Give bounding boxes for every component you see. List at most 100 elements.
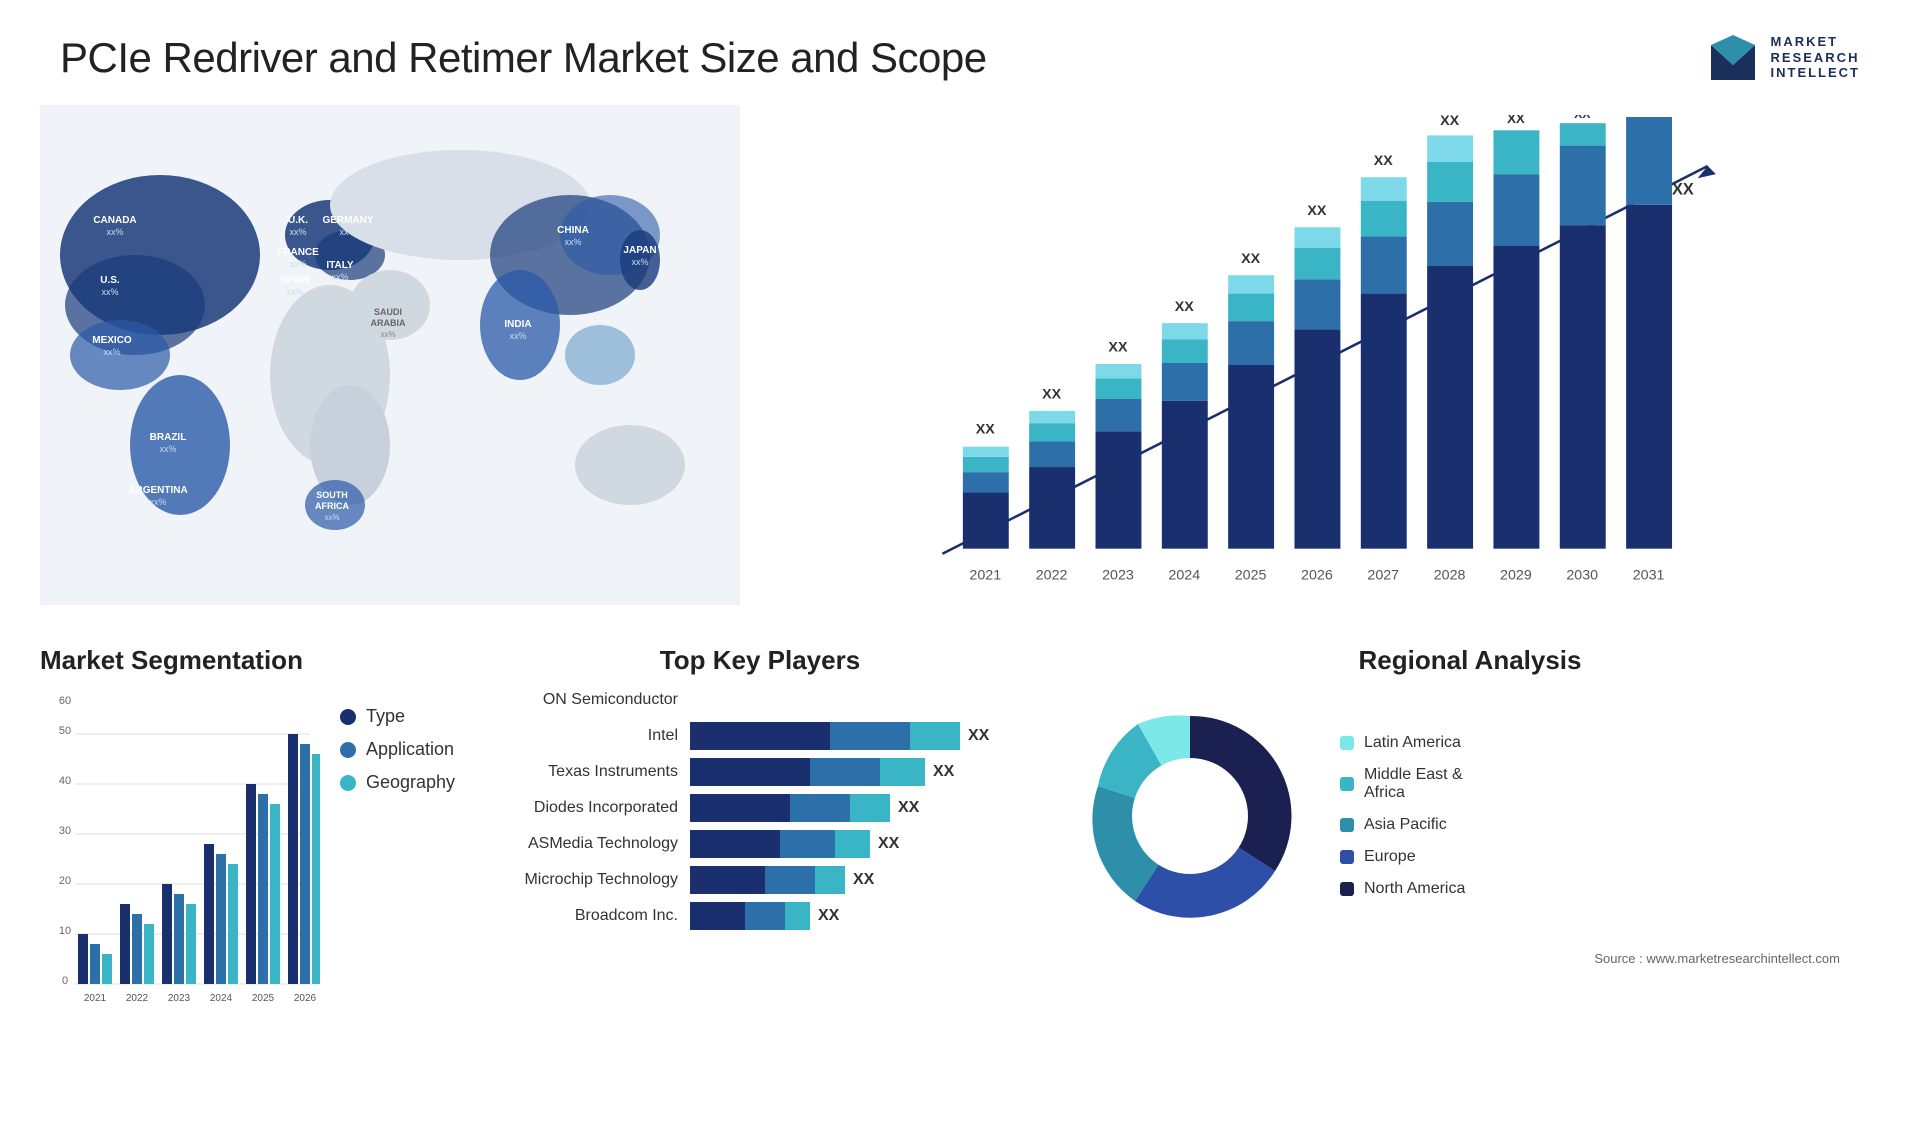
svg-text:xx%: xx% [380, 330, 395, 339]
svg-text:XX: XX [976, 421, 996, 437]
player-bar [690, 722, 960, 750]
svg-text:2025: 2025 [252, 993, 275, 1004]
player-bar-container: XX [690, 758, 1030, 786]
svg-text:2031: 2031 [1633, 567, 1665, 583]
svg-text:U.K.: U.K. [288, 215, 308, 226]
svg-text:2021: 2021 [969, 567, 1001, 583]
svg-text:xx%: xx% [106, 227, 123, 237]
player-bar [690, 866, 845, 894]
market-seg-title: Market Segmentation [40, 645, 460, 676]
player-bar [690, 902, 810, 930]
legend-middle-east-africa: Middle East &Africa [1340, 766, 1465, 802]
geography-dot [340, 775, 356, 791]
player-bar [690, 794, 890, 822]
svg-text:xx%: xx% [289, 227, 306, 237]
key-players-section: Top Key Players ON Semiconductor Intel [480, 645, 1040, 1085]
svg-text:XX: XX [1440, 115, 1460, 129]
svg-text:XX: XX [1374, 153, 1394, 169]
svg-text:xx%: xx% [149, 497, 166, 507]
world-map-svg: CANADA xx% U.S. xx% MEXICO xx% BRAZIL xx… [40, 105, 740, 605]
svg-text:MEXICO: MEXICO [92, 335, 132, 346]
middle-east-dot [1340, 777, 1354, 791]
latin-america-dot [1340, 736, 1354, 750]
player-name: Broadcom Inc. [490, 907, 690, 925]
player-bar-container: XX [690, 830, 1030, 858]
svg-text:2024: 2024 [210, 993, 233, 1004]
svg-text:JAPAN: JAPAN [623, 245, 656, 256]
regional-title: Regional Analysis [1060, 645, 1880, 676]
world-map-area: CANADA xx% U.S. xx% MEXICO xx% BRAZIL xx… [40, 105, 740, 625]
svg-text:xx%: xx% [289, 259, 306, 269]
player-bar-container: XX [690, 722, 1030, 750]
svg-text:ITALY: ITALY [326, 260, 354, 271]
regional-container: Latin America Middle East &Africa Asia P… [1060, 686, 1880, 946]
svg-text:10: 10 [59, 925, 71, 937]
svg-text:2024: 2024 [1168, 567, 1200, 583]
svg-text:INDIA: INDIA [504, 319, 531, 330]
regional-legend: Latin America Middle East &Africa Asia P… [1340, 734, 1465, 898]
svg-text:2030: 2030 [1566, 567, 1598, 583]
key-players-title: Top Key Players [480, 645, 1040, 676]
svg-text:0: 0 [62, 975, 68, 987]
player-bar-container: XX [690, 902, 1030, 930]
world-map-container: CANADA xx% U.S. xx% MEXICO xx% BRAZIL xx… [40, 105, 740, 625]
svg-text:20: 20 [59, 875, 71, 887]
player-name: ASMedia Technology [490, 835, 690, 853]
svg-text:40: 40 [59, 775, 71, 787]
svg-text:SPAIN: SPAIN [280, 275, 310, 286]
svg-text:xx%: xx% [631, 257, 648, 267]
svg-text:XX: XX [1672, 181, 1694, 199]
svg-text:XX: XX [1241, 251, 1261, 267]
svg-text:XX: XX [1108, 340, 1128, 356]
svg-text:2021: 2021 [84, 993, 107, 1004]
bar-chart-area: XX 2021 XX 2022 XX 2023 XX 2024 [760, 105, 1880, 625]
player-name: ON Semiconductor [490, 691, 690, 709]
svg-text:CHINA: CHINA [557, 225, 589, 236]
svg-text:2022: 2022 [1036, 567, 1068, 583]
north-america-dot [1340, 882, 1354, 896]
player-row: Intel XX [490, 722, 1030, 750]
player-row: ASMedia Technology XX [490, 830, 1030, 858]
logo-area: MARKET RESEARCH INTELLECT [1706, 30, 1861, 85]
legend-geography: Geography [340, 772, 455, 793]
svg-text:SAUDI: SAUDI [374, 307, 402, 317]
svg-text:2025: 2025 [1235, 567, 1267, 583]
svg-text:GERMANY: GERMANY [322, 215, 373, 226]
svg-text:xx%: xx% [331, 272, 348, 282]
svg-text:xx%: xx% [339, 227, 356, 237]
svg-text:XX: XX [1507, 115, 1525, 126]
svg-text:xx%: xx% [286, 287, 303, 297]
player-row: Texas Instruments XX [490, 758, 1030, 786]
bar-chart-svg: XX 2021 XX 2022 XX 2023 XX 2024 [780, 115, 1860, 615]
svg-text:xx%: xx% [324, 513, 339, 522]
svg-text:xx%: xx% [564, 237, 581, 247]
player-bar-container [690, 686, 1030, 714]
svg-text:2027: 2027 [1367, 567, 1399, 583]
svg-text:FRANCE: FRANCE [277, 247, 319, 258]
legend-type: Type [340, 706, 455, 727]
svg-text:2028: 2028 [1434, 567, 1466, 583]
legend-europe: Europe [1340, 848, 1465, 866]
asia-pacific-dot [1340, 818, 1354, 832]
svg-text:U.S.: U.S. [100, 275, 120, 286]
svg-text:XX: XX [1574, 115, 1591, 121]
regional-analysis: Regional Analysis [1060, 645, 1880, 1085]
player-bar-container: XX [690, 866, 1030, 894]
svg-text:CANADA: CANADA [93, 215, 136, 226]
player-bar-container: XX [690, 794, 1030, 822]
logo-box: MARKET RESEARCH INTELLECT [1706, 30, 1861, 85]
logo-icon [1706, 30, 1761, 85]
svg-text:50: 50 [59, 725, 71, 737]
player-name: Diodes Incorporated [490, 799, 690, 817]
market-segmentation: Market Segmentation 0 10 20 30 40 50 60 [40, 645, 460, 1085]
legend-asia-pacific: Asia Pacific [1340, 816, 1465, 834]
svg-text:2026: 2026 [1301, 567, 1333, 583]
legend-north-america: North America [1340, 880, 1465, 898]
logo-text: MARKET RESEARCH INTELLECT [1771, 34, 1861, 81]
svg-text:xx%: xx% [159, 444, 176, 454]
donut-chart [1060, 686, 1320, 946]
player-bar [690, 830, 870, 858]
legend-latin-america: Latin America [1340, 734, 1465, 752]
player-bar [690, 758, 925, 786]
top-content: CANADA xx% U.S. xx% MEXICO xx% BRAZIL xx… [0, 105, 1920, 625]
